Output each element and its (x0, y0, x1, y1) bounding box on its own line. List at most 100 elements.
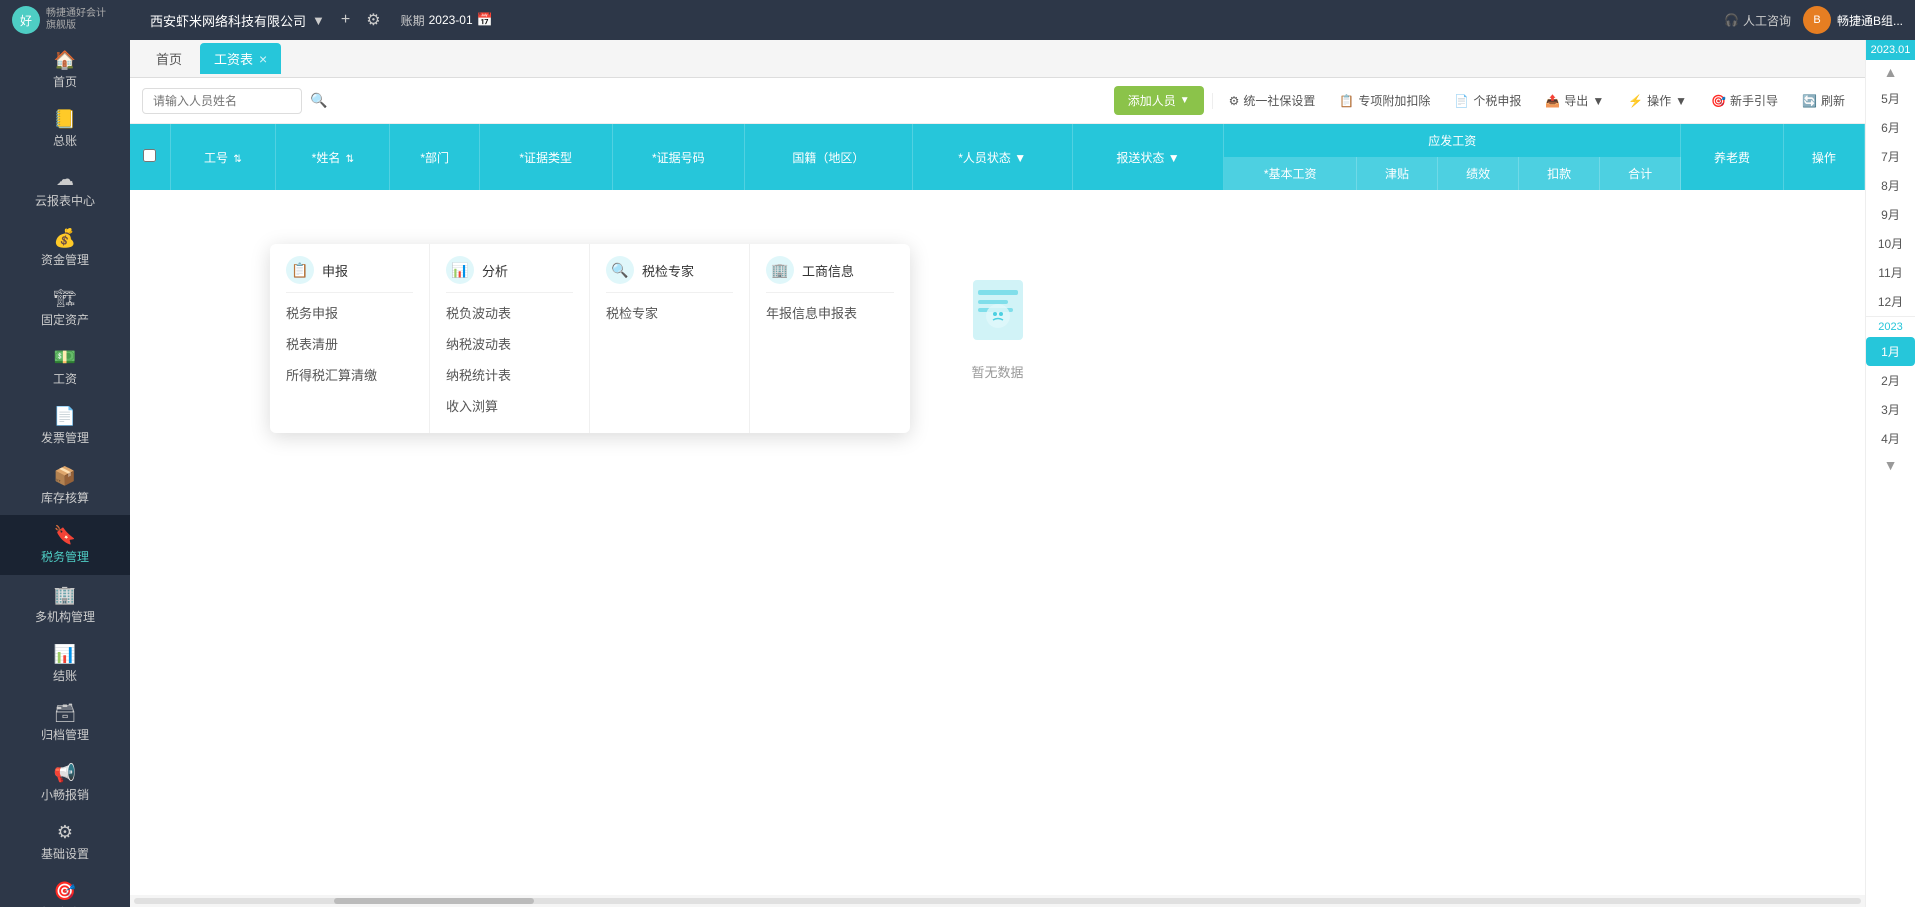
toolbar-action-zhuanxiang[interactable]: 📋 专项附加扣除 (1331, 88, 1438, 113)
date-month-9[interactable]: 9月 (1866, 200, 1915, 229)
toolbar-action-refresh[interactable]: 🔄 刷新 (1794, 88, 1853, 113)
select-all-checkbox[interactable] (143, 149, 156, 162)
calendar-icon[interactable]: 📅 (477, 12, 493, 28)
date-month-11[interactable]: 11月 (1866, 258, 1915, 287)
item-shuibiaoquingce[interactable]: 税表清册 (286, 332, 413, 355)
sort-icon-gonghao: ⇅ (233, 154, 241, 165)
add-person-btn[interactable]: 添加人员 ▼ (1114, 86, 1204, 115)
sidebar-item-archive[interactable]: 🗃 归档管理 (0, 693, 130, 752)
headset-icon: 🎧 (1724, 13, 1739, 27)
date-panel-header: 2023.01 (1866, 40, 1915, 60)
sidebar-item-invoice[interactable]: 📄 发票管理 (0, 396, 130, 455)
tab-home[interactable]: 首页 (142, 43, 196, 74)
th-guoji[interactable]: 国籍（地区） (745, 124, 912, 190)
sidebar-item-settings[interactable]: ⚙ 基础设置 (0, 812, 130, 871)
item-shuifubodonbiao[interactable]: 税负波动表 (446, 301, 573, 324)
sidebar-item-home[interactable]: 🏠 首页 (0, 40, 130, 99)
sidebar-item-assets[interactable]: 🏗 固定资产 (0, 278, 130, 337)
shenbao-items: 税务申报 税表清册 所得税汇算清缴 (286, 301, 413, 386)
avatar: B (1803, 6, 1831, 34)
user-area[interactable]: B 畅捷通B组... (1803, 6, 1903, 34)
sidebar-item-close[interactable]: 📊 结账 (0, 634, 130, 693)
sidebar-item-guide[interactable]: 🎯 新手引导 (0, 871, 130, 907)
salary-table: 工号 ⇅ *姓名 ⇅ *部门 *证据类型 (130, 124, 1865, 190)
date-month-7[interactable]: 7月 (1866, 142, 1915, 171)
th-koukuan: 扣款 (1519, 157, 1600, 190)
content-area: 首页 工资表 × 🔍 添加人员 ▼ ⚙ 统一社保设置 📋 专项附加扣除 (130, 40, 1865, 907)
th-checkbox[interactable] (130, 124, 170, 190)
toolbar-action-export[interactable]: 📤 导出 ▼ (1537, 88, 1612, 113)
date-nav-up[interactable]: ▲ (1880, 60, 1902, 84)
header-actions: + ⚙ (337, 6, 385, 34)
tab-salary-sheet[interactable]: 工资表 × (200, 43, 281, 74)
shenbao-category-icon: 📋 (286, 256, 314, 284)
add-company-btn[interactable]: + (337, 7, 354, 33)
date-month-5[interactable]: 5月 (1866, 84, 1915, 113)
th-zhengjuhao[interactable]: *证据号码 (612, 124, 745, 190)
company-selector[interactable]: 西安虾米网络科技有限公司 ▼ (150, 11, 325, 30)
sidebar-item-multi[interactable]: 🏢 多机构管理 (0, 575, 130, 634)
th-zhengjuleixing[interactable]: *证据类型 (479, 124, 612, 190)
item-suodeshui[interactable]: 所得税汇算清缴 (286, 363, 413, 386)
date-month-3[interactable]: 3月 (1866, 395, 1915, 424)
top-header: 好 畅捷通好会计 旗舰版 西安虾米网络科技有限公司 ▼ + ⚙ 账期 2023-… (0, 0, 1915, 40)
item-nashuibodonbiao[interactable]: 纳税波动表 (446, 332, 573, 355)
search-button[interactable]: 🔍 (310, 92, 327, 109)
th-gonghao[interactable]: 工号 ⇅ (170, 124, 276, 190)
date-month-1-current[interactable]: 1月 (1866, 337, 1915, 366)
sidebar-label-ledger: 总账 (53, 134, 77, 148)
th-baosongzhuangtai[interactable]: 报送状态 ▼ (1072, 124, 1224, 190)
date-year-2023: 2023 (1866, 316, 1915, 337)
th-bumen[interactable]: *部门 (390, 124, 479, 190)
sidebar-item-xiaochang[interactable]: 📢 小畅报销 (0, 753, 130, 812)
dropdown-categories: 📋 申报 税务申报 税表清册 所得税汇算清缴 📊 分析 (270, 244, 910, 433)
item-shuijian-zhuanjia[interactable]: 税检专家 (606, 301, 733, 324)
toolbar-action-geshuishenbao[interactable]: 📄 个税申报 (1446, 88, 1529, 113)
toolbar-action-guide[interactable]: 🎯 新手引导 (1703, 88, 1786, 113)
close-accounts-icon: 📊 (54, 644, 76, 665)
item-shuiwushenbao[interactable]: 税务申报 (286, 301, 413, 324)
guide-toolbar-icon: 🎯 (1711, 94, 1726, 108)
sidebar-label-xiaochang: 小畅报销 (41, 788, 89, 802)
th-yingfa: 应发工资 (1224, 124, 1681, 157)
table-header-row: 工号 ⇅ *姓名 ⇅ *部门 *证据类型 (130, 124, 1865, 157)
export-dropdown-icon: ▼ (1592, 94, 1604, 108)
th-caozuo[interactable]: 操作 (1783, 124, 1864, 190)
date-month-12[interactable]: 12月 (1866, 287, 1915, 316)
category-header-shenbao: 📋 申报 (286, 256, 413, 293)
inventory-icon: 📦 (54, 466, 76, 487)
scroll-thumb[interactable] (334, 898, 534, 904)
date-nav-down[interactable]: ▼ (1880, 453, 1902, 477)
bottom-scrollbar[interactable] (130, 895, 1865, 907)
th-xingming[interactable]: *姓名 ⇅ (276, 124, 390, 190)
th-renyuanzhuangtai[interactable]: *人员状态 ▼ (912, 124, 1072, 190)
date-month-2[interactable]: 2月 (1866, 366, 1915, 395)
date-month-6[interactable]: 6月 (1866, 113, 1915, 142)
date-month-8[interactable]: 8月 (1866, 171, 1915, 200)
shebao-icon: ⚙ (1229, 94, 1240, 108)
th-yanglaofei[interactable]: 养老费 (1681, 124, 1784, 190)
settings-btn[interactable]: ⚙ (362, 6, 384, 34)
item-nianbao[interactable]: 年报信息申报表 (766, 301, 894, 324)
date-month-10[interactable]: 10月 (1866, 229, 1915, 258)
date-month-4[interactable]: 4月 (1866, 424, 1915, 453)
scroll-track[interactable] (134, 898, 1861, 904)
sidebar-item-cloud[interactable]: ☁ 云报表中心 (0, 159, 130, 218)
sidebar-item-funds[interactable]: 💰 资金管理 (0, 218, 130, 277)
sidebar-label-invoice: 发票管理 (41, 431, 89, 445)
assets-icon: 🏗 (54, 288, 77, 309)
sidebar-item-tax[interactable]: 🔖 税务管理 (0, 515, 130, 574)
ledger-icon: 📒 (54, 109, 76, 130)
sidebar-item-inventory[interactable]: 📦 库存核算 (0, 456, 130, 515)
search-input[interactable] (142, 88, 302, 114)
tab-close-icon[interactable]: × (259, 51, 267, 67)
toolbar-action-shebao[interactable]: ⚙ 统一社保设置 (1221, 88, 1324, 113)
sidebar-item-salary[interactable]: 💵 工资 (0, 337, 130, 396)
toolbar-action-operate[interactable]: ⚡ 操作 ▼ (1620, 88, 1695, 113)
sidebar-item-ledger[interactable]: 📒 总账 (0, 99, 130, 158)
category-fenxi: 📊 分析 税负波动表 纳税波动表 纳税统计表 收入浏算 (430, 244, 590, 433)
empty-text: 暂无数据 (971, 362, 1023, 381)
service-btn[interactable]: 🎧 人工咨询 (1724, 12, 1791, 29)
item-nashuitongjibiao[interactable]: 纳税统计表 (446, 363, 573, 386)
item-shouru[interactable]: 收入浏算 (446, 394, 573, 417)
